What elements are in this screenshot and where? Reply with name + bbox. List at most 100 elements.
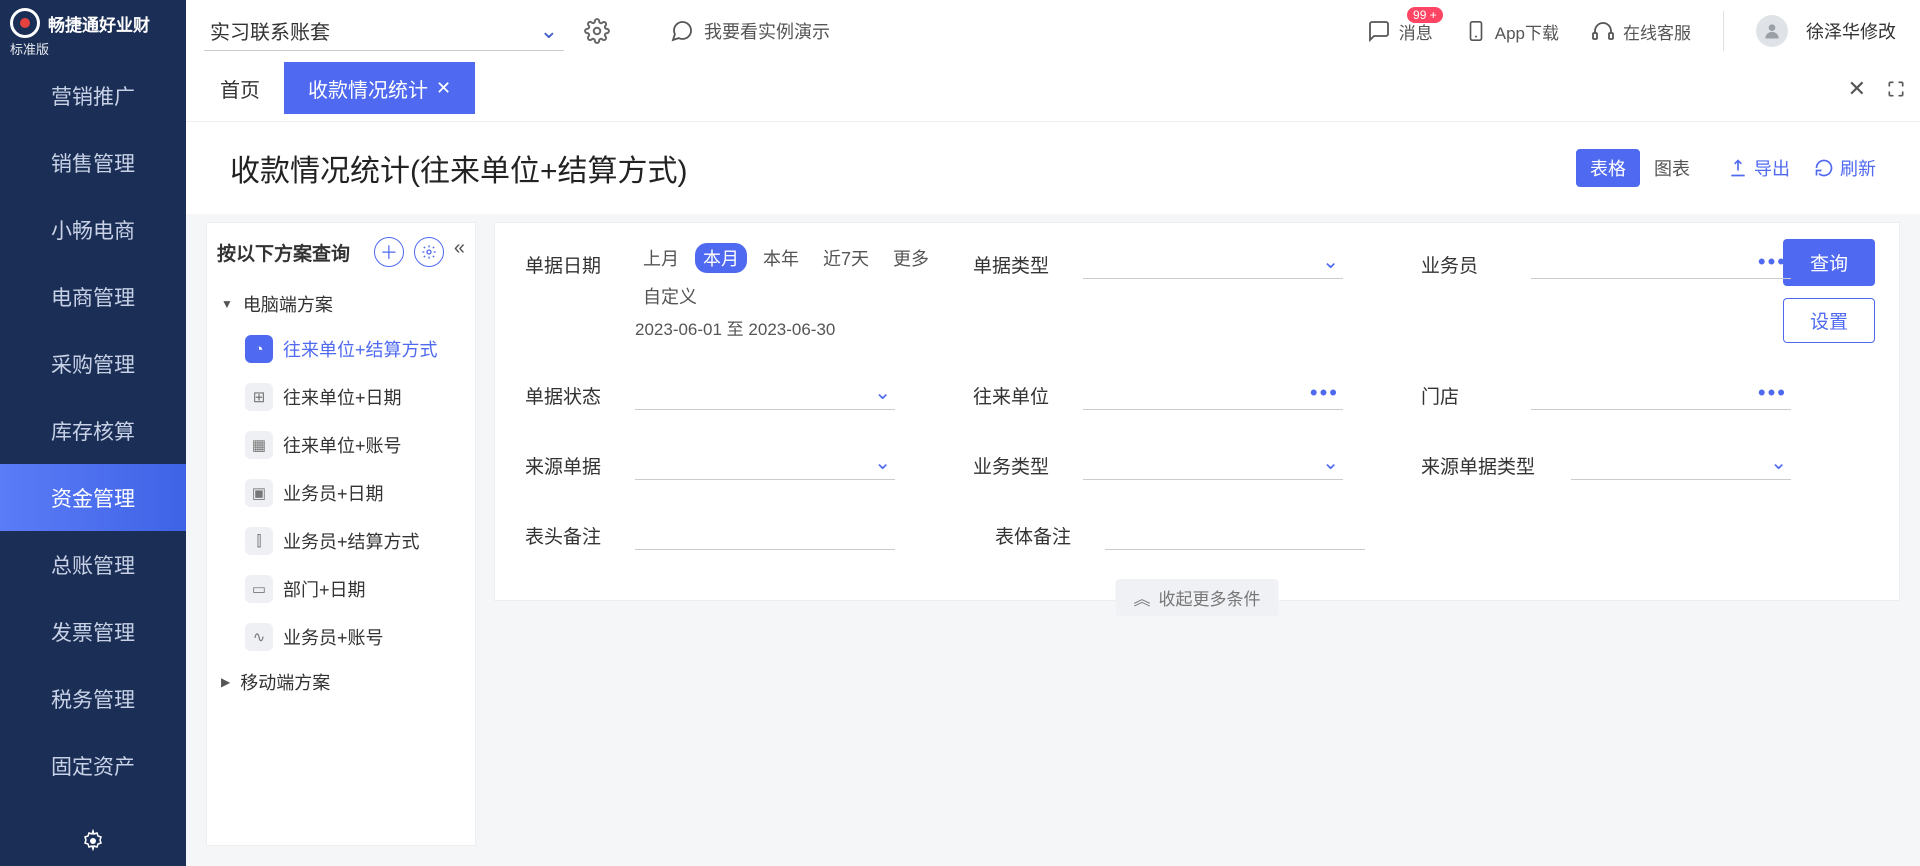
- chevron-down-icon: ⌄: [874, 380, 891, 405]
- bill-type-select[interactable]: ⌄: [1083, 243, 1343, 279]
- tree-group-desktop[interactable]: ▼ 电脑端方案: [217, 283, 465, 325]
- view-table[interactable]: 表格: [1576, 149, 1640, 187]
- sidebar-item-9[interactable]: 税务管理: [0, 665, 186, 732]
- close-icon[interactable]: ✕: [436, 78, 451, 99]
- query-button[interactable]: 查询: [1783, 239, 1875, 286]
- chevron-down-icon: ⌄: [1322, 450, 1339, 475]
- support-label: 在线客服: [1623, 19, 1691, 44]
- head-note-input[interactable]: [635, 514, 895, 550]
- tab-active[interactable]: 收款情况统计 ✕: [284, 62, 475, 114]
- account-settings-icon[interactable]: [584, 18, 610, 44]
- scheme-settings-button[interactable]: [414, 237, 444, 267]
- bill-status-select[interactable]: ⌄: [635, 374, 895, 410]
- label-bill-status: 单据状态: [525, 374, 635, 409]
- date-pills: 上月本月本年近7天更多自定义: [635, 243, 973, 311]
- export-link[interactable]: 导出: [1728, 155, 1790, 181]
- app-download-link[interactable]: App下载: [1465, 19, 1559, 44]
- body-note-input[interactable]: [1105, 514, 1365, 550]
- tree-group-desktop-label: 电脑端方案: [243, 291, 333, 317]
- scheme-item-1[interactable]: ⊞ 往来单位+日期: [217, 373, 465, 421]
- message-icon: [1367, 19, 1391, 43]
- sidebar-item-3[interactable]: 电商管理: [0, 263, 186, 330]
- scheme-item-4[interactable]: ⫿ 业务员+结算方式: [217, 517, 465, 565]
- user-name: 徐泽华修改: [1806, 18, 1896, 44]
- avatar-icon: [1756, 15, 1788, 47]
- settings-button[interactable]: 设置: [1783, 298, 1875, 343]
- scheme-item-label: 业务员+结算方式: [283, 528, 420, 554]
- scheme-item-icon: ⫿: [245, 527, 273, 555]
- sidebar-item-5[interactable]: 库存核算: [0, 397, 186, 464]
- chevron-up-icon: ︽: [1134, 585, 1151, 610]
- messages-link[interactable]: 消息 99 +: [1367, 19, 1433, 44]
- caret-right-icon: ▶: [221, 675, 230, 689]
- label-vendor: 往来单位: [973, 374, 1083, 409]
- src-bill-type-select[interactable]: ⌄: [1571, 444, 1791, 480]
- scheme-item-3[interactable]: ▣业务员+日期: [217, 469, 465, 517]
- label-head-note: 表头备注: [525, 514, 635, 549]
- tab-active-label: 收款情况统计: [308, 74, 428, 103]
- scheme-item-5[interactable]: ▭部门+日期: [217, 565, 465, 613]
- page-title: 收款情况统计(往来单位+结算方式): [230, 146, 688, 190]
- tabstrip: 首页 收款情况统计 ✕ ✕: [186, 62, 1920, 122]
- collapse-panel-icon[interactable]: «: [454, 237, 465, 267]
- sidebar-item-8[interactable]: 发票管理: [0, 598, 186, 665]
- sidebar-item-6[interactable]: 资金管理: [0, 464, 186, 531]
- date-range: 2023-06-01 至 2023-06-30: [635, 315, 973, 340]
- sales-select[interactable]: •••: [1531, 243, 1791, 279]
- view-chart[interactable]: 图表: [1640, 149, 1704, 187]
- chevron-down-icon: ⌄: [540, 18, 558, 44]
- date-pill-3[interactable]: 近7天: [815, 243, 877, 273]
- sidebar-item-2[interactable]: 小畅电商: [0, 196, 186, 263]
- scheme-item-6[interactable]: ∿业务员+账号: [217, 613, 465, 661]
- tree-group-mobile[interactable]: ▶ 移动端方案: [217, 661, 465, 703]
- demo-link[interactable]: 我要看实例演示: [670, 18, 830, 44]
- sidebar-item-0[interactable]: 营销推广: [0, 62, 186, 129]
- date-pill-5[interactable]: 自定义: [635, 281, 705, 311]
- refresh-link[interactable]: 刷新: [1814, 155, 1876, 181]
- scheme-item-label: 往来单位+账号: [283, 432, 402, 458]
- scheme-item-label: 往来单位+日期: [283, 384, 402, 410]
- vendor-select[interactable]: •••: [1083, 374, 1343, 410]
- label-biz-type: 业务类型: [973, 444, 1083, 479]
- scheme-item-label: 往来单位+结算方式: [283, 336, 438, 362]
- user-menu[interactable]: 徐泽华修改: [1756, 15, 1896, 47]
- refresh-label: 刷新: [1840, 155, 1876, 181]
- scheme-item-label: 业务员+日期: [283, 480, 384, 506]
- headset-icon: [1591, 19, 1615, 43]
- scheme-item-label: 部门+日期: [283, 576, 366, 602]
- scheme-item-icon: ⊞: [245, 383, 273, 411]
- chevron-down-icon: ⌄: [874, 450, 891, 475]
- collapse-filters-button[interactable]: ︽ 收起更多条件: [1116, 579, 1279, 616]
- support-link[interactable]: 在线客服: [1591, 19, 1691, 44]
- store-select[interactable]: •••: [1531, 374, 1791, 410]
- scheme-item-2[interactable]: ▦往来单位+账号: [217, 421, 465, 469]
- src-bill-select[interactable]: ⌄: [635, 444, 895, 480]
- sidebar-item-1[interactable]: 销售管理: [0, 129, 186, 196]
- label-store: 门店: [1421, 374, 1531, 409]
- sidebar-settings-icon[interactable]: [0, 816, 186, 866]
- scheme-header: 按以下方案查询: [217, 239, 350, 266]
- main-area: 按以下方案查询 ＋ « ▼ 电脑端方案 ◔往来单位+结算方式 ⊞ 往来单位+日期 ▦往…: [186, 214, 1920, 866]
- collapse-label: 收起更多条件: [1159, 585, 1261, 610]
- biz-type-select[interactable]: ⌄: [1083, 444, 1343, 480]
- date-pill-4[interactable]: 更多: [885, 243, 937, 273]
- label-body-note: 表体备注: [995, 514, 1105, 549]
- date-pill-0[interactable]: 上月: [635, 243, 687, 273]
- sidebar-item-10[interactable]: 固定资产: [0, 732, 186, 799]
- tab-home[interactable]: 首页: [196, 62, 284, 114]
- scheme-item-0[interactable]: ◔往来单位+结算方式: [217, 325, 465, 373]
- tabstrip-close-icon[interactable]: ✕: [1848, 76, 1866, 102]
- export-icon: [1728, 158, 1748, 178]
- sidebar-item-4[interactable]: 采购管理: [0, 330, 186, 397]
- label-bill-date: 单据日期: [525, 243, 635, 278]
- view-segmented: 表格 图表: [1576, 149, 1704, 187]
- tab-home-label: 首页: [220, 74, 260, 103]
- date-pill-1[interactable]: 本月: [695, 243, 747, 273]
- date-pill-2[interactable]: 本年: [755, 243, 807, 273]
- sidebar-item-7[interactable]: 总账管理: [0, 531, 186, 598]
- add-scheme-button[interactable]: ＋: [374, 237, 404, 267]
- brand-name: 畅捷通好业财: [48, 11, 150, 36]
- label-sales: 业务员: [1421, 243, 1531, 278]
- fullscreen-icon[interactable]: [1886, 79, 1906, 99]
- account-dropdown[interactable]: 实习联系账套 ⌄: [204, 11, 564, 51]
